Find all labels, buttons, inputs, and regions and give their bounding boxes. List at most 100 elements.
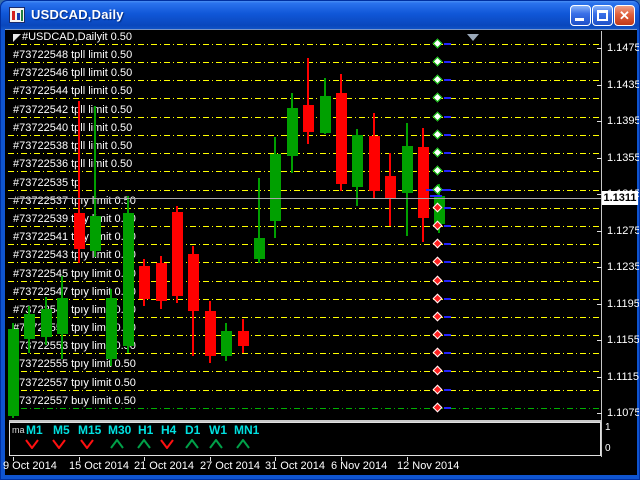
order-line[interactable] [8, 317, 601, 318]
order-line[interactable] [8, 44, 601, 45]
order-line[interactable] [8, 281, 601, 282]
timeframe-button[interactable]: H4 [161, 423, 176, 437]
timeframe-button[interactable]: M1 [26, 423, 43, 437]
main-chart-plot[interactable]: #USDCAD,Dailyit 0.50#73722548 tpll limit… [8, 31, 601, 420]
client-edge-divider [5, 29, 637, 30]
current-price-tag: 1.1311 [602, 191, 638, 205]
order-line[interactable] [8, 153, 601, 154]
order-line-label: #73722540 tpll limit 0.50 [13, 122, 132, 135]
timeframe-button[interactable]: M5 [53, 423, 70, 437]
title-bar[interactable]: USDCAD,Daily ✕ [1, 1, 640, 29]
timeframe-button[interactable]: H1 [138, 423, 153, 437]
order-line[interactable] [8, 208, 601, 209]
date-axis-label: 21 Oct 2014 [134, 460, 194, 472]
timeframe-button[interactable]: MN1 [234, 423, 259, 437]
order-line[interactable] [8, 353, 601, 354]
order-marker[interactable] [433, 403, 443, 413]
price-axis-label: 1.1155 [607, 334, 639, 346]
order-marker[interactable] [433, 239, 443, 249]
candlestick [188, 254, 199, 311]
signal-arrow-down-icon [80, 436, 94, 446]
order-marker[interactable] [433, 257, 443, 267]
order-marker-dash [444, 243, 451, 245]
order-marker[interactable] [433, 148, 443, 158]
price-axis-divider [601, 31, 602, 457]
candlestick [352, 135, 363, 187]
current-price-line [8, 198, 601, 199]
candlestick [320, 96, 331, 133]
timeframe-button[interactable]: M15 [78, 423, 101, 437]
candlestick [221, 331, 232, 356]
order-marker-dash [444, 97, 451, 99]
subwindow-scale-max: 1 [605, 422, 611, 433]
order-line[interactable] [8, 98, 601, 99]
order-marker[interactable] [433, 276, 443, 286]
order-line[interactable] [8, 262, 601, 263]
order-marker[interactable] [433, 348, 443, 358]
order-line[interactable] [8, 171, 601, 172]
order-line[interactable] [8, 62, 601, 63]
order-marker[interactable] [433, 294, 443, 304]
chart-shift-marker-icon[interactable] [467, 34, 479, 41]
order-marker[interactable] [433, 39, 443, 49]
close-button[interactable]: ✕ [614, 5, 635, 26]
order-marker[interactable] [433, 112, 443, 122]
order-line-label: #73722546 tpll limit 0.50 [13, 67, 132, 80]
order-marker[interactable] [433, 330, 443, 340]
order-line[interactable] [8, 371, 601, 372]
signal-arrow-up-icon [110, 436, 124, 446]
order-marker[interactable] [433, 57, 443, 67]
candlestick [418, 147, 429, 218]
order-marker[interactable] [433, 166, 443, 176]
restore-button[interactable] [592, 5, 613, 26]
price-axis-label: 1.1275 [607, 225, 639, 237]
price-axis-label: 1.1475 [607, 42, 639, 54]
order-marker-dash [444, 370, 451, 372]
order-marker[interactable] [433, 312, 443, 322]
price-axis-tick [597, 304, 602, 305]
order-line[interactable] [8, 408, 601, 409]
order-line-label: #73722535 tp [13, 177, 80, 190]
order-line-label: #73722557 buy limit 0.50 [13, 395, 136, 408]
order-marker[interactable] [433, 130, 443, 140]
candlestick [287, 108, 298, 156]
price-axis-tick [597, 231, 602, 232]
date-axis-label: 15 Oct 2014 [69, 460, 129, 472]
order-line[interactable] [8, 299, 601, 300]
price-axis-tick [597, 377, 602, 378]
order-line[interactable] [8, 335, 601, 336]
order-line[interactable] [8, 80, 601, 81]
timeframe-button[interactable]: W1 [209, 423, 227, 437]
order-marker-dash [444, 225, 451, 227]
order-marker-dash [444, 298, 451, 300]
order-marker-dash [444, 152, 451, 154]
order-marker[interactable] [433, 385, 443, 395]
order-marker[interactable] [433, 185, 443, 195]
chart-nav-arrow-icon [13, 34, 21, 42]
price-axis-tick [597, 85, 602, 86]
order-marker-dash [444, 43, 451, 45]
price-axis-label: 1.1355 [607, 152, 639, 164]
timeframe-button[interactable]: D1 [185, 423, 200, 437]
order-line-label: #73722547 tpıy limit 0.50 [13, 286, 136, 299]
order-line-label: #73722538 tpll limit 0.50 [13, 140, 132, 153]
order-line[interactable] [8, 135, 601, 136]
minimize-button[interactable] [570, 5, 591, 26]
order-marker[interactable] [433, 366, 443, 376]
order-marker-dash [444, 134, 451, 136]
ask-line-fragment [430, 195, 442, 197]
order-marker[interactable] [433, 75, 443, 85]
order-marker-dash [444, 170, 451, 172]
price-axis-label: 1.1395 [607, 115, 639, 127]
order-marker[interactable] [433, 93, 443, 103]
chart-client-area: #USDCAD,Dailyit 0.50#73722548 tpll limit… [5, 29, 637, 475]
order-marker-dash [444, 334, 451, 336]
price-axis-tick [597, 48, 602, 49]
price-axis-tick [597, 158, 602, 159]
order-line-label: #73722543 tpıy limit 0.50 [13, 249, 136, 262]
order-line[interactable] [8, 390, 601, 391]
candlestick [303, 105, 314, 132]
candlestick [139, 266, 150, 299]
order-line[interactable] [8, 190, 601, 191]
timeframe-button[interactable]: M30 [108, 423, 131, 437]
